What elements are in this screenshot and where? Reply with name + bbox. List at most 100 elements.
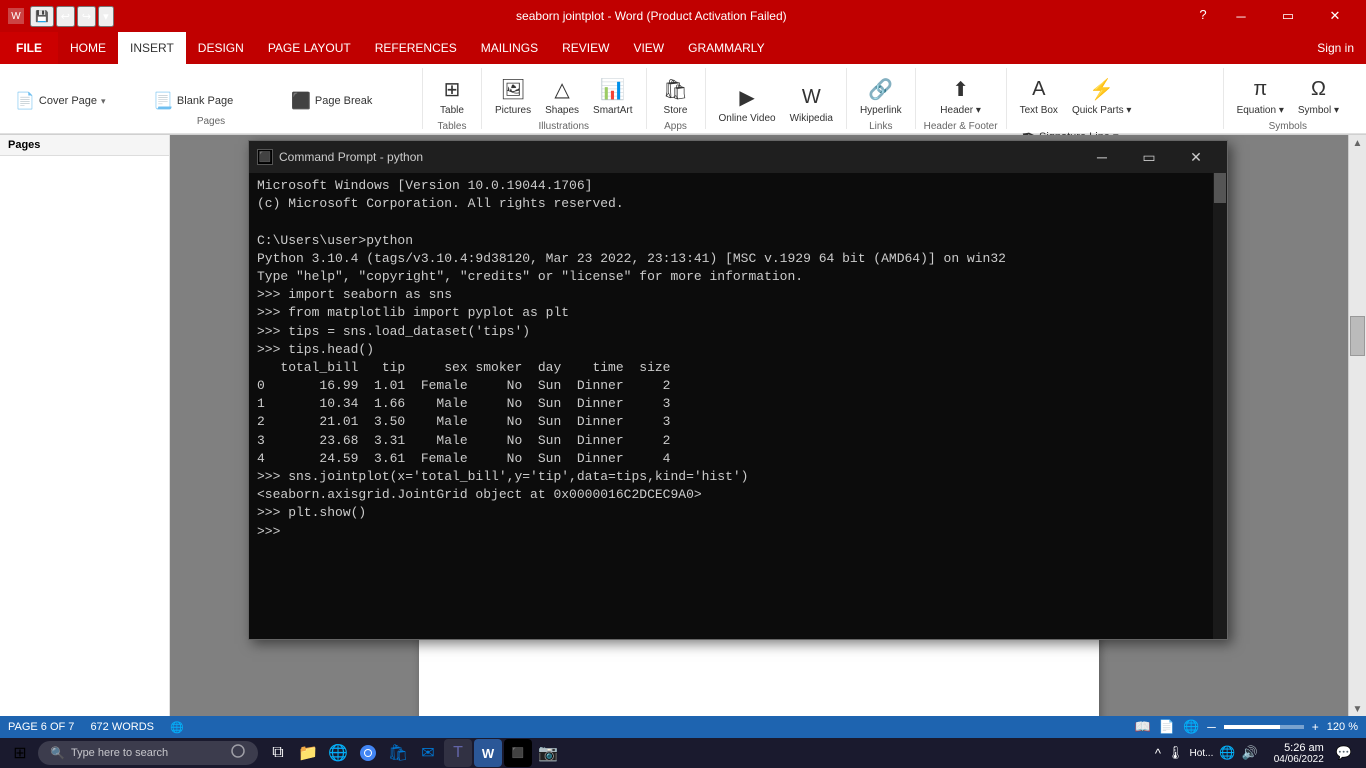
zoom-in-button[interactable]: + [1312,720,1319,734]
tab-references[interactable]: REFERENCES [363,32,469,64]
links-group-items: 🔗 Hyperlink [855,70,907,119]
blank-page-button[interactable]: 📃 Blank Page [146,88,276,114]
zoom-level: 120 % [1327,721,1358,733]
cmd-taskbar-icon[interactable]: ⬛ [504,739,532,767]
print-layout-button[interactable]: 📄 [1159,719,1175,735]
store-button[interactable]: 🛍 Store [655,70,697,119]
sign-in-link[interactable]: Sign in [1305,41,1366,55]
start-button[interactable]: ⊞ [4,739,36,767]
task-view-icon[interactable]: ⧉ [264,739,292,767]
customize-button[interactable]: ▾ [98,6,114,27]
pages-panel-header: Pages [0,135,169,156]
ribbon-group-header-footer: ⬆ Header ▾ Header & Footer [916,68,1007,129]
network-icon[interactable]: 🌐 [1217,745,1237,761]
table-icon: ⊞ [436,73,468,105]
cmd-output[interactable]: Microsoft Windows [Version 10.0.19044.17… [249,173,1227,545]
blank-page-icon: 📃 [153,91,173,111]
page-break-icon: ⬛ [291,91,311,111]
temp-icon: 🌡 [1165,745,1186,761]
word-taskbar-icon[interactable]: W [474,739,502,767]
ribbon-group-pages: 📄 Cover Page ▾ 📃 Blank Page ⬛ Page Break… [0,68,423,129]
close-button[interactable]: ✕ [1312,0,1358,32]
tab-home[interactable]: HOME [58,32,118,64]
tray-expand[interactable]: ^ [1153,746,1163,761]
equation-button[interactable]: π Equation ▾ [1232,70,1289,119]
scroll-thumb[interactable] [1350,316,1365,356]
tab-page-layout[interactable]: PAGE LAYOUT [256,32,363,64]
zoom-out-button[interactable]: ─ [1207,720,1216,734]
cortana-icon [230,743,246,764]
tab-insert[interactable]: INSERT [118,32,186,64]
illustrations-group-label: Illustrations [538,121,589,132]
page-break-button[interactable]: ⬛ Page Break [284,88,414,114]
scroll-down-button[interactable]: ▼ [1350,701,1366,717]
ribbon-group-symbols: π Equation ▾ Ω Symbol ▾ Symbols [1224,68,1352,129]
tab-mailings[interactable]: MAILINGS [469,32,550,64]
teams-icon[interactable]: T [444,739,472,767]
quick-parts-label: Quick Parts ▾ [1072,105,1131,116]
camera-taskbar-icon[interactable]: 📷 [534,739,562,767]
cover-page-button[interactable]: 📄 Cover Page ▾ [8,88,138,114]
search-box[interactable]: 🔍 Type here to search [38,741,258,765]
web-layout-button[interactable]: 🌐 [1183,719,1199,735]
mail-icon[interactable]: ✉ [414,739,442,767]
chrome-icon[interactable] [354,739,382,767]
notification-icon[interactable]: 💬 [1334,745,1354,761]
store-icon[interactable]: 🛍 [384,739,412,767]
cmd-titlebar: ⬛ Command Prompt - python ─ ▭ ✕ [249,141,1227,173]
symbol-button[interactable]: Ω Symbol ▾ [1293,70,1344,119]
symbol-icon: Ω [1302,73,1334,105]
tab-file[interactable]: FILE [0,32,58,64]
ribbon-group-media: ▶ Online Video W Wikipedia [706,68,847,129]
wikipedia-label: Wikipedia [790,113,833,124]
ribbon-group-links: 🔗 Hyperlink Links [847,68,916,129]
hyperlink-button[interactable]: 🔗 Hyperlink [855,70,907,119]
read-mode-button[interactable]: 📖 [1135,719,1151,735]
hyperlink-icon: 🔗 [865,73,897,105]
ribbon: FILE HOME INSERT DESIGN PAGE LAYOUT REFE… [0,32,1366,135]
clock-date: 04/06/2022 [1274,754,1324,765]
symbols-group-label: Symbols [1269,121,1307,132]
undo-button[interactable]: ↩ [56,6,75,27]
cmd-minimize-button[interactable]: ─ [1079,141,1125,173]
scroll-up-button[interactable]: ▲ [1350,135,1366,151]
online-video-button[interactable]: ▶ Online Video [714,78,781,127]
textbox-button[interactable]: A Text Box [1015,70,1063,119]
cmd-scrollbar-thumb [1214,173,1226,203]
minimize-button[interactable]: ─ [1218,0,1264,32]
quick-parts-button[interactable]: ⚡ Quick Parts ▾ [1067,70,1136,119]
system-clock[interactable]: 5:26 am 04/06/2022 [1268,742,1330,765]
tab-design[interactable]: DESIGN [186,32,256,64]
document-scrollbar[interactable]: ▲ ▼ [1348,135,1366,717]
header-button[interactable]: ⬆ Header ▾ [935,70,986,119]
volume-icon[interactable]: 🔊 [1240,745,1260,761]
edge-icon[interactable]: 🌐 [324,739,352,767]
wikipedia-button[interactable]: W Wikipedia [785,78,838,127]
start-icon: ⊞ [13,743,26,763]
help-button[interactable]: ? [1189,0,1217,28]
page-indicator: PAGE 6 OF 7 [8,721,74,733]
restore-button[interactable]: ▭ [1265,0,1311,32]
apps-group-label: Apps [664,121,687,132]
quick-access-toolbar: 💾 ↩ ↪ ▾ [30,6,114,27]
cmd-scrollbar[interactable] [1213,173,1227,639]
show-desktop-button[interactable] [1358,739,1362,767]
tab-view[interactable]: VIEW [621,32,676,64]
pictures-button[interactable]: 🖼 Pictures [490,70,536,119]
save-button[interactable]: 💾 [30,6,54,27]
cmd-window: ⬛ Command Prompt - python ─ ▭ ✕ Microsof… [248,140,1228,640]
quick-parts-icon: ⚡ [1086,73,1118,105]
tab-review[interactable]: REVIEW [550,32,621,64]
word-count: 672 WORDS [90,721,154,733]
tab-grammarly[interactable]: GRAMMARLY [676,32,776,64]
cmd-close-button[interactable]: ✕ [1173,141,1219,173]
tables-group-label: Tables [438,121,467,132]
cmd-restore-button[interactable]: ▭ [1126,141,1172,173]
zoom-slider[interactable] [1224,725,1304,729]
smartart-button[interactable]: 📊 SmartArt [588,70,637,119]
redo-button[interactable]: ↪ [77,6,96,27]
file-explorer-icon[interactable]: 📁 [294,739,322,767]
shapes-button[interactable]: △ Shapes [540,70,584,119]
table-button[interactable]: ⊞ Table [431,70,473,119]
ribbon-group-text: A Text Box ⚡ Quick Parts ▾ ✒ Signature L… [1007,68,1224,129]
